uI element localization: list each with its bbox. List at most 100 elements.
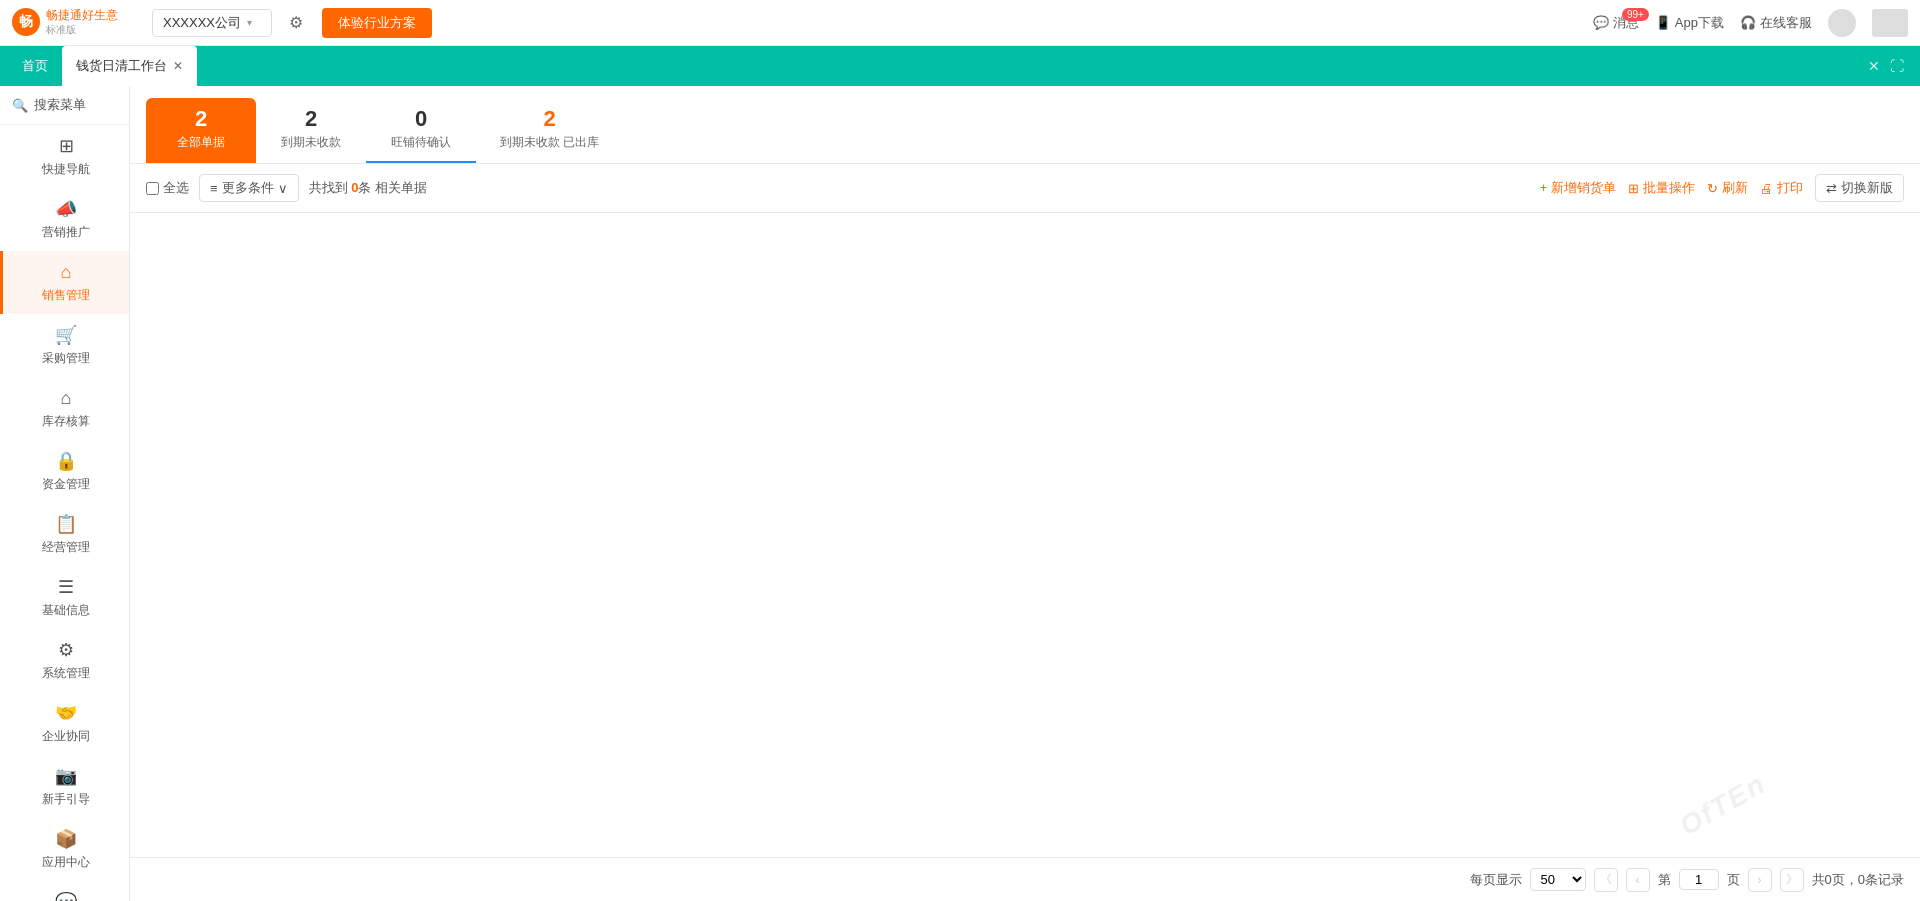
sidebar-item-operations[interactable]: 📋 经营管理 [0, 503, 129, 566]
table-area [130, 213, 1920, 857]
sidebar-item-inventory[interactable]: ⌂ 库存核算 [0, 377, 129, 440]
stat-tab-overdue[interactable]: 2 到期未收款 [256, 98, 366, 163]
switch-icon: ⇄ [1826, 181, 1837, 196]
select-all-checkbox[interactable]: 全选 [146, 179, 189, 197]
next-page-btn[interactable]: › [1748, 868, 1772, 892]
avatar-extra[interactable] [1872, 9, 1908, 37]
mobile-icon: 📱 [1655, 15, 1671, 30]
switch-version-btn[interactable]: ⇄ 切换新版 [1815, 174, 1904, 202]
filter-icon: ≡ [210, 181, 218, 196]
filter-button[interactable]: ≡ 更多条件 ∨ [199, 174, 299, 202]
cooperation-icon: 🤝 [55, 702, 77, 724]
sidebar-label-purchase: 采购管理 [42, 350, 90, 367]
last-page-btn[interactable]: 》 [1780, 868, 1804, 892]
stat-label-all: 全部单据 [177, 134, 225, 151]
app-download-btn[interactable]: 📱 App下载 [1655, 14, 1724, 32]
sidebar-item-app-center[interactable]: 📦 应用中心 [0, 818, 129, 881]
settings-button[interactable]: ⚙ [280, 7, 312, 39]
sidebar-item-basic-info[interactable]: ☰ 基础信息 [0, 566, 129, 629]
stat-tab-pending[interactable]: 0 旺铺待确认 [366, 98, 476, 163]
stat-num-all: 2 [195, 106, 207, 132]
marketing-icon: 📣 [55, 198, 77, 220]
batch-operation-btn[interactable]: ⊞ 批量操作 [1628, 179, 1695, 197]
toolbar-left: 全选 ≡ 更多条件 ∨ 共找到 0条 相关单据 [146, 174, 427, 202]
sidebar-item-system[interactable]: ⚙ 系统管理 [0, 629, 129, 692]
sidebar-search[interactable]: 🔍 搜索菜单 [0, 86, 129, 125]
tab-bar-right: ✕ ⛶ [1868, 58, 1912, 74]
stat-label-overdue-out: 到期未收款 已出库 [500, 134, 599, 151]
app-center-icon: 📦 [55, 828, 77, 850]
refresh-btn[interactable]: ↻ 刷新 [1707, 179, 1748, 197]
page-suffix-label: 页 [1727, 871, 1740, 889]
sidebar-item-wechat[interactable]: 💬 企业微信 [0, 881, 129, 901]
current-page-input[interactable] [1679, 869, 1719, 890]
tab-close-window-icon[interactable]: ✕ [1868, 58, 1880, 74]
sidebar-label-operations: 经营管理 [42, 539, 90, 556]
print-icon: 🖨 [1760, 181, 1773, 196]
guide-icon: 📷 [55, 765, 77, 787]
print-btn[interactable]: 🖨 打印 [1760, 179, 1803, 197]
sidebar-label-app-center: 应用中心 [42, 854, 90, 871]
purchase-icon: 🛒 [55, 324, 77, 346]
headset-icon: 🎧 [1740, 15, 1756, 30]
pagination-bar: 每页显示 50 20 100 《 ‹ 第 页 › 》 共0页，0条记录 [130, 857, 1920, 901]
stat-label-overdue: 到期未收款 [281, 134, 341, 151]
sidebar-label-finance: 资金管理 [42, 476, 90, 493]
sidebar-label-cooperation: 企业协同 [42, 728, 90, 745]
filter-label: 更多条件 [222, 179, 274, 197]
search-label: 搜索菜单 [34, 96, 86, 114]
tab-workbench[interactable]: 钱货日清工作台 ✕ [62, 46, 197, 86]
sidebar-item-guide[interactable]: 📷 新手引导 [0, 755, 129, 818]
select-all-input[interactable] [146, 182, 159, 195]
search-icon: 🔍 [12, 98, 28, 113]
prev-page-icon: ‹ [1636, 873, 1640, 887]
tab-expand-icon[interactable]: ⛶ [1890, 58, 1904, 74]
sidebar-label-basic-info: 基础信息 [42, 602, 90, 619]
experience-btn[interactable]: 体验行业方案 [322, 8, 432, 38]
per-page-select[interactable]: 50 20 100 [1530, 868, 1586, 891]
sidebar-label-inventory: 库存核算 [42, 413, 90, 430]
message-btn[interactable]: 💬 消息 99+ [1593, 14, 1639, 32]
first-page-icon: 《 [1600, 871, 1612, 888]
inventory-icon: ⌂ [55, 387, 77, 409]
stats-tabs: 2 全部单据 2 到期未收款 0 旺铺待确认 2 到期未收款 已出库 [130, 86, 1920, 164]
sidebar-item-quick-nav[interactable]: ⊞ 快捷导航 [0, 125, 129, 188]
sidebar-item-finance[interactable]: 🔒 资金管理 [0, 440, 129, 503]
sidebar-item-sales[interactable]: ⌂ 销售管理 [0, 251, 129, 314]
batch-icon: ⊞ [1628, 181, 1639, 196]
logo-icon: 畅 [12, 8, 40, 36]
online-service-btn[interactable]: 🎧 在线客服 [1740, 14, 1812, 32]
logo-area: 畅 畅捷通好生意 标准版 [12, 8, 142, 36]
sidebar-item-cooperation[interactable]: 🤝 企业协同 [0, 692, 129, 755]
main-layout: 🔍 搜索菜单 ⊞ 快捷导航 📣 营销推广 ⌂ 销售管理 🛒 采购管理 ⌂ 库存核… [0, 86, 1920, 901]
company-selector[interactable]: XXXXXX公司 ▾ [152, 9, 272, 37]
stat-tab-overdue-out[interactable]: 2 到期未收款 已出库 [476, 98, 623, 163]
company-name: XXXXXX公司 [163, 14, 241, 32]
stat-num-overdue: 2 [305, 106, 317, 132]
content-area: 2 全部单据 2 到期未收款 0 旺铺待确认 2 到期未收款 已出库 全选 [130, 86, 1920, 901]
select-all-label: 全选 [163, 179, 189, 197]
page-prefix-label: 第 [1658, 871, 1671, 889]
prev-page-btn[interactable]: ‹ [1626, 868, 1650, 892]
stat-label-pending: 旺铺待确认 [391, 134, 451, 151]
first-page-btn[interactable]: 《 [1594, 868, 1618, 892]
toolbar-right: + 新增销货单 ⊞ 批量操作 ↻ 刷新 🖨 打印 ⇄ 切换新版 [1540, 174, 1904, 202]
logo-name: 畅捷通好生意 [46, 8, 118, 22]
header-right: 💬 消息 99+ 📱 App下载 🎧 在线客服 [1593, 9, 1908, 37]
filter-arrow-icon: ∨ [278, 181, 288, 196]
sales-icon: ⌂ [55, 261, 77, 283]
sidebar-item-marketing[interactable]: 📣 营销推广 [0, 188, 129, 251]
top-header: 畅 畅捷通好生意 标准版 XXXXXX公司 ▾ ⚙ 体验行业方案 💬 消息 99… [0, 0, 1920, 46]
avatar[interactable] [1828, 9, 1856, 37]
next-page-icon: › [1758, 873, 1762, 887]
sidebar-item-purchase[interactable]: 🛒 采购管理 [0, 314, 129, 377]
wechat-icon: 💬 [55, 891, 77, 901]
logo-sub: 标准版 [46, 23, 118, 37]
sidebar: 🔍 搜索菜单 ⊞ 快捷导航 📣 营销推广 ⌂ 销售管理 🛒 采购管理 ⌂ 库存核… [0, 86, 130, 901]
tab-home[interactable]: 首页 [8, 46, 62, 86]
basic-info-icon: ☰ [55, 576, 77, 598]
tab-bar: 首页 钱货日清工作台 ✕ ✕ ⛶ [0, 46, 1920, 86]
tab-close-icon[interactable]: ✕ [173, 59, 183, 73]
add-sales-order-btn[interactable]: + 新增销货单 [1540, 179, 1616, 197]
stat-tab-all[interactable]: 2 全部单据 [146, 98, 256, 163]
